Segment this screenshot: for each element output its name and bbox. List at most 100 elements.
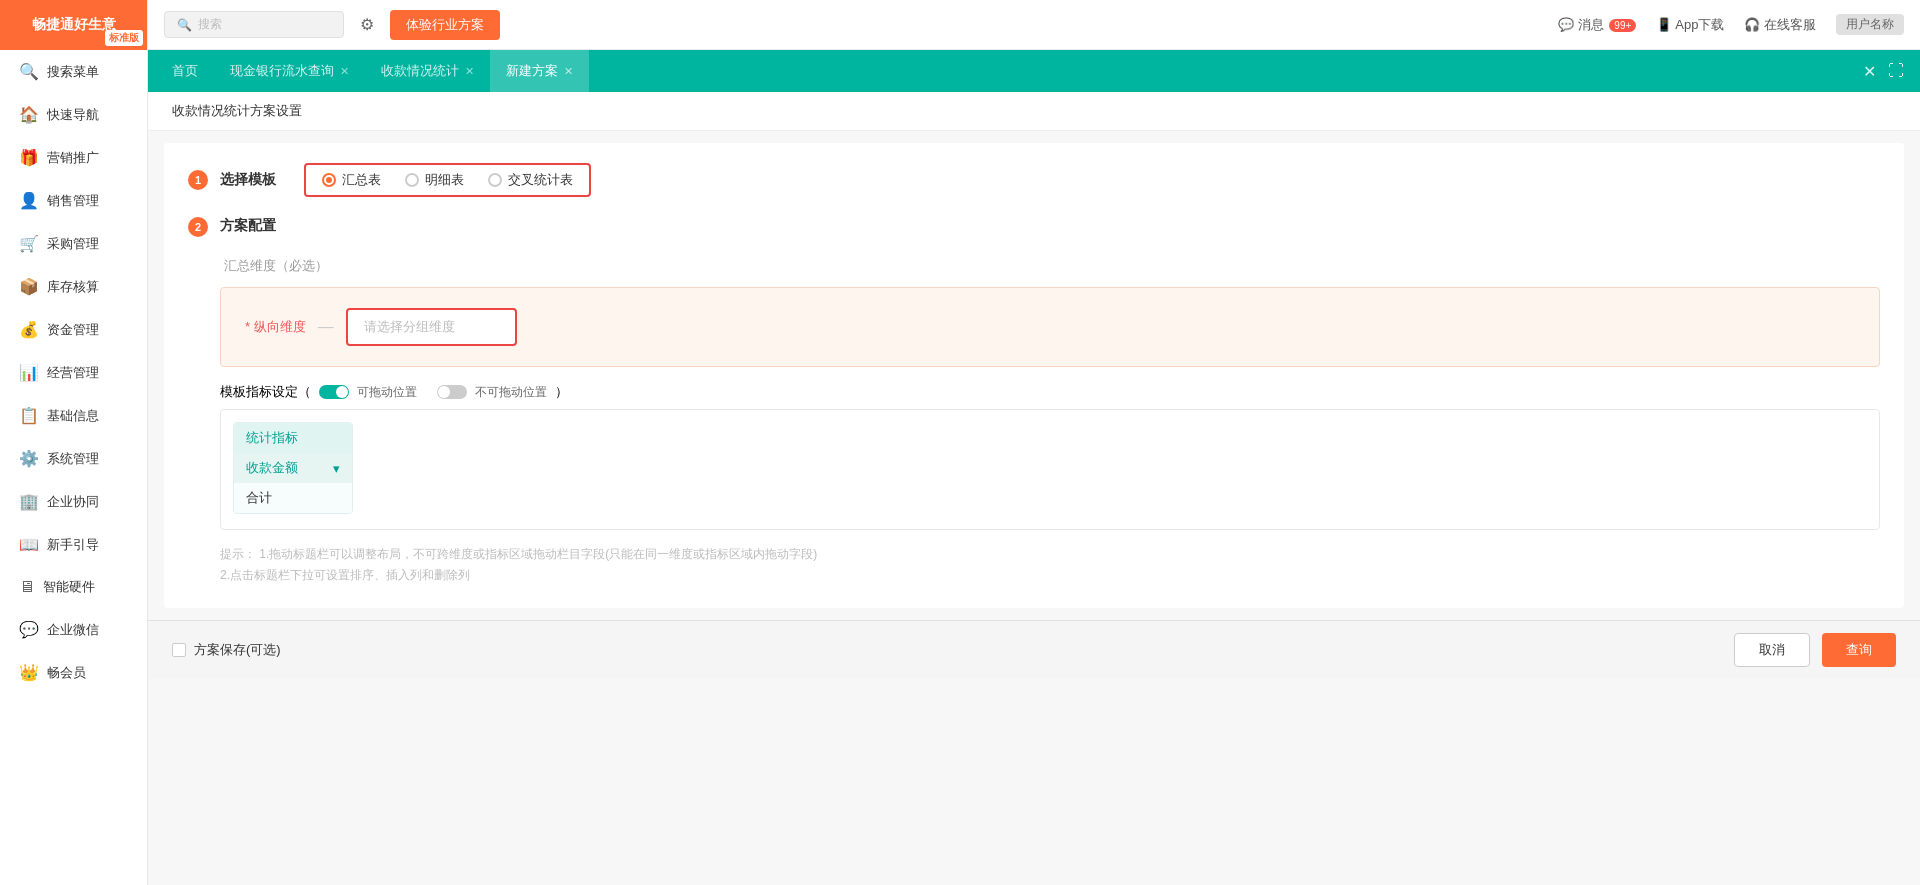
- cancel-button[interactable]: 取消: [1734, 633, 1810, 667]
- settings-icon[interactable]: ⚙: [360, 15, 374, 34]
- draggable-label: 可拖动位置: [357, 384, 417, 401]
- arrow-icon: —: [318, 318, 334, 336]
- sidebar-item-label: 采购管理: [47, 235, 99, 253]
- radio-detail-circle: [405, 173, 419, 187]
- sidebar-item-wechat[interactable]: 💬 企业微信: [0, 608, 147, 651]
- bottom-bar: 方案保存(可选) 取消 查询: [148, 620, 1920, 679]
- message-item[interactable]: 💬 消息 99+: [1558, 16, 1636, 34]
- gear-icon: ⚙️: [19, 449, 39, 468]
- search-box[interactable]: 🔍 搜索: [164, 11, 344, 38]
- industry-plan-button[interactable]: 体验行业方案: [390, 10, 500, 40]
- hint-section: 提示： 1.拖动标题栏可以调整布局，不可跨维度或指标区域拖动栏目字段(只能在同一…: [220, 546, 1880, 584]
- search-menu-icon: 🔍: [19, 62, 39, 81]
- breadcrumb: 收款情况统计方案设置: [172, 103, 302, 118]
- sidebar-item-operations[interactable]: 📊 经营管理: [0, 351, 147, 394]
- tab-collection-stat[interactable]: 收款情况统计 ✕: [365, 50, 490, 92]
- sidebar-item-member[interactable]: 👑 畅会员: [0, 651, 147, 694]
- logo-text: 畅捷通好生意: [32, 16, 116, 34]
- sidebar-item-purchase[interactable]: 🛒 采购管理: [0, 222, 147, 265]
- save-checkbox[interactable]: [172, 643, 186, 657]
- topbar: 🔍 搜索 ⚙ 体验行业方案 💬 消息 99+ 📱 App下载 🎧 在线客服 用户…: [148, 0, 1920, 50]
- topbar-right: 💬 消息 99+ 📱 App下载 🎧 在线客服 用户名称: [1558, 14, 1904, 35]
- tab-home[interactable]: 首页: [156, 50, 214, 92]
- sidebar-item-guide[interactable]: 📖 新手引导: [0, 523, 147, 566]
- total-label: 合计: [246, 490, 272, 505]
- dimension-selector[interactable]: 请选择分组维度: [346, 308, 517, 346]
- page-content: 收款情况统计方案设置 1 选择模板 汇总表 明细表: [148, 92, 1920, 885]
- non-draggable-toggle[interactable]: [437, 385, 467, 399]
- step2-label: 方案配置: [220, 217, 276, 235]
- sidebar-item-basic-info[interactable]: 📋 基础信息: [0, 394, 147, 437]
- toggle-dot2: [438, 386, 450, 398]
- sidebar-item-label: 系统管理: [47, 450, 99, 468]
- user-icon: 👤: [19, 191, 39, 210]
- sidebar-item-label: 营销推广: [47, 149, 99, 167]
- dimension-placeholder: 请选择分组维度: [364, 319, 455, 334]
- dimension-area: * 纵向维度 — 请选择分组维度: [220, 287, 1880, 367]
- radio-summary-circle: [322, 173, 336, 187]
- app-download[interactable]: 📱 App下载: [1656, 16, 1724, 34]
- collection-amount-label: 收款金额: [246, 459, 298, 477]
- sidebar-item-quick-nav[interactable]: 🏠 快速导航: [0, 93, 147, 136]
- user-avatar[interactable]: 用户名称: [1836, 14, 1904, 35]
- sidebar-item-inventory[interactable]: 📦 库存核算: [0, 265, 147, 308]
- online-service[interactable]: 🎧 在线客服: [1744, 16, 1816, 34]
- sidebar-item-label: 企业协同: [47, 493, 99, 511]
- query-button[interactable]: 查询: [1822, 633, 1896, 667]
- sidebar-item-hardware[interactable]: 🖥 智能硬件: [0, 566, 147, 608]
- sidebar-item-label: 库存核算: [47, 278, 99, 296]
- sidebar-item-label: 企业微信: [47, 621, 99, 639]
- metrics-box: 统计指标 收款金额 ▾ 合计: [220, 409, 1880, 530]
- vertical-dim-label: * 纵向维度: [245, 318, 306, 336]
- stat-category-title: 统计指标: [246, 429, 298, 447]
- radio-detail-label: 明细表: [425, 171, 464, 189]
- draggable-toggle[interactable]: [319, 385, 349, 399]
- dropdown-icon: ▾: [333, 461, 340, 476]
- step1-number: 1: [188, 170, 208, 190]
- stat-total-row: 合计: [234, 483, 352, 513]
- search-icon: 🔍: [177, 18, 192, 32]
- sidebar-item-system[interactable]: ⚙️ 系统管理: [0, 437, 147, 480]
- sidebar-item-label: 快速导航: [47, 106, 99, 124]
- sidebar-item-search-menu[interactable]: 🔍 搜索菜单: [0, 50, 147, 93]
- expand-window-icon[interactable]: ⛶: [1888, 62, 1904, 81]
- tab-collection-stat-close[interactable]: ✕: [465, 65, 474, 78]
- collection-amount-column[interactable]: 收款金额 ▾: [234, 453, 352, 483]
- book-icon: 📖: [19, 535, 39, 554]
- chart-icon: 📊: [19, 363, 39, 382]
- tab-bank-flow[interactable]: 现金银行流水查询 ✕: [214, 50, 365, 92]
- sidebar-logo: 畅捷通好生意 标准版: [0, 0, 147, 50]
- close-window-icon[interactable]: ✕: [1863, 62, 1876, 81]
- tab-bank-flow-close[interactable]: ✕: [340, 65, 349, 78]
- sidebar-item-label: 智能硬件: [43, 578, 95, 596]
- main-area: 🔍 搜索 ⚙ 体验行业方案 💬 消息 99+ 📱 App下载 🎧 在线客服 用户…: [148, 0, 1920, 885]
- message-badge: 99+: [1609, 19, 1636, 32]
- tab-new-plan-label: 新建方案: [506, 62, 558, 80]
- sidebar-item-label: 新手引导: [47, 536, 99, 554]
- page-header: 收款情况统计方案设置: [148, 92, 1920, 131]
- money-icon: 💰: [19, 320, 39, 339]
- metrics-title-suffix: ）: [555, 383, 568, 401]
- radio-summary-label: 汇总表: [342, 171, 381, 189]
- radio-summary[interactable]: 汇总表: [322, 171, 381, 189]
- sidebar-item-finance[interactable]: 💰 资金管理: [0, 308, 147, 351]
- tab-new-plan-close[interactable]: ✕: [564, 65, 573, 78]
- gift-icon: 🎁: [19, 148, 39, 167]
- step2-row: 2 方案配置: [188, 217, 1880, 237]
- chat-icon: 💬: [19, 620, 39, 639]
- radio-cross-circle: [488, 173, 502, 187]
- tab-new-plan[interactable]: 新建方案 ✕: [490, 50, 589, 92]
- form-section: 1 选择模板 汇总表 明细表 交叉统计表: [164, 143, 1904, 608]
- sidebar-item-enterprise[interactable]: 🏢 企业协同: [0, 480, 147, 523]
- sidebar-item-marketing[interactable]: 🎁 营销推广: [0, 136, 147, 179]
- radio-cross[interactable]: 交叉统计表: [488, 171, 573, 189]
- radio-cross-label: 交叉统计表: [508, 171, 573, 189]
- clipboard-icon: 📋: [19, 406, 39, 425]
- sidebar-item-label: 资金管理: [47, 321, 99, 339]
- box-icon: 📦: [19, 277, 39, 296]
- metrics-title-prefix: 模板指标设定（: [220, 383, 311, 401]
- radio-detail[interactable]: 明细表: [405, 171, 464, 189]
- sidebar-item-sales[interactable]: 👤 销售管理: [0, 179, 147, 222]
- home-icon: 🏠: [19, 105, 39, 124]
- tab-actions: ✕ ⛶: [1863, 62, 1912, 81]
